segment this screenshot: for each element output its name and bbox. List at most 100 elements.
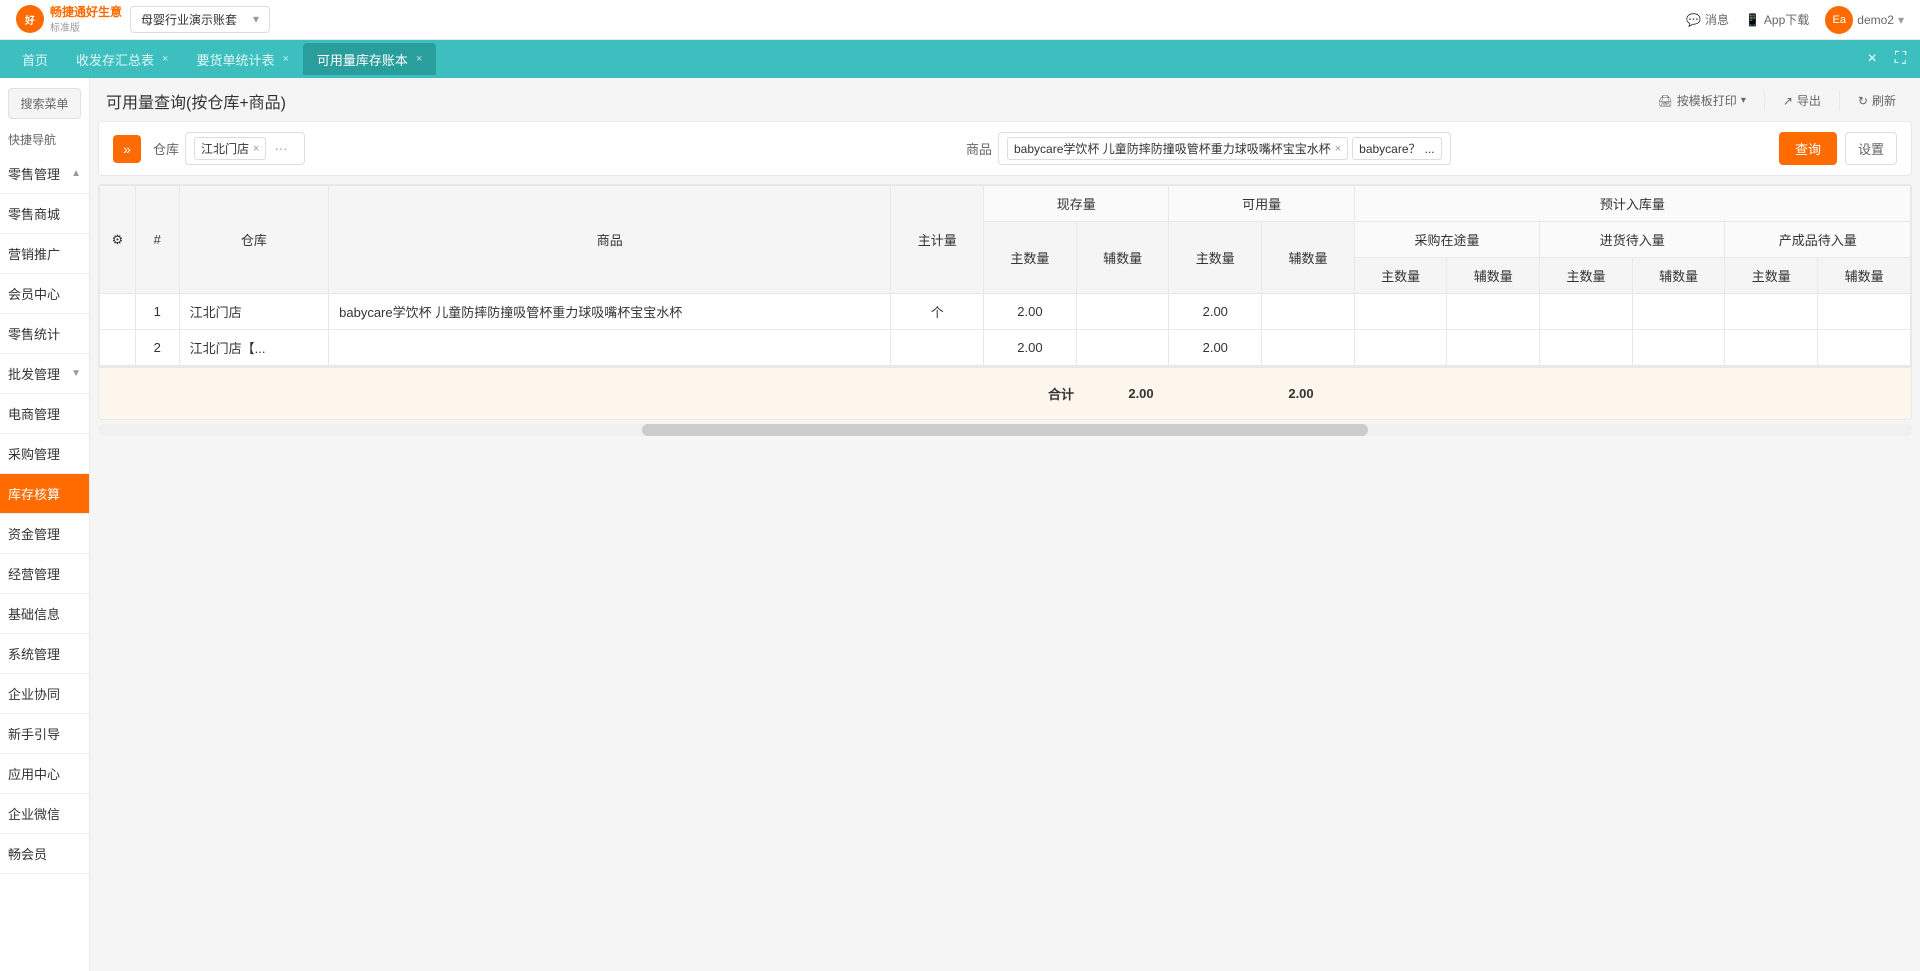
table-scrollbar[interactable] (98, 424, 1912, 436)
sidebar-item-app-center[interactable]: 应用中心 (0, 754, 89, 794)
tab-receivable[interactable]: 收发存汇总表 × (62, 43, 182, 75)
cell-available-main-qty: 2.00 (1169, 294, 1262, 330)
username: demo2 (1857, 13, 1894, 27)
sidebar-item-vip-member[interactable]: 畅会员 (0, 834, 89, 874)
th-current-stock-group: 现存量 (984, 186, 1169, 222)
tab-home[interactable]: 首页 (8, 43, 62, 75)
cell-warehouse: 江北门店【... (179, 330, 329, 366)
sidebar-item-new-guide[interactable]: 新手引导 (0, 714, 89, 754)
logo-text-group: 畅捷通好生意 标准版 (50, 5, 122, 34)
arrow-icon-wholesale: ▼ (71, 368, 81, 379)
cell-purchase-transit-main (1354, 294, 1447, 330)
sidebar-item-basic-info[interactable]: 基础信息 (0, 594, 89, 634)
sidebar-quick-nav[interactable]: 快捷导航 (0, 125, 89, 154)
logo-text: 畅捷通好生意 (50, 5, 122, 19)
query-button[interactable]: 查询 (1779, 132, 1837, 165)
cell-current-aux-qty (1076, 294, 1169, 330)
filter-group-warehouse: 仓库 江北门店 × ··· (153, 132, 954, 165)
sidebar-item-marketing[interactable]: 营销推广 (0, 234, 89, 274)
th-goods-inbound-aux: 辅数量 (1632, 258, 1725, 294)
sidebar-item-basic-info-label: 基础信息 (8, 604, 60, 623)
filter-group-goods: 商品 babycare学饮杯 儿童防摔防撞吸管杯重力球吸嘴杯宝宝水杯 × bab… (966, 132, 1767, 165)
cell-main-unit: 个 (891, 294, 984, 330)
footer-current-main-qty: 2.00 (1101, 376, 1181, 411)
warehouse-tag-value: 江北门店 (201, 140, 249, 157)
cell-goods: babycare学饮杯 儿童防摔防撞吸管杯重力球吸嘴杯宝宝水杯 (329, 294, 891, 330)
sidebar-item-ecommerce-mgmt[interactable]: 电商管理 (0, 394, 89, 434)
sidebar-item-finance-mgmt[interactable]: 资金管理 (0, 514, 89, 554)
chevron-down-icon: ▾ (253, 12, 259, 26)
sidebar-item-system-mgmt[interactable]: 系统管理 (0, 634, 89, 674)
sidebar-item-wholesale-mgmt[interactable]: 批发管理 ▼ (0, 354, 89, 394)
cell-available-aux-qty (1262, 294, 1355, 330)
export-button[interactable]: ↗ 导出 (1775, 88, 1829, 113)
nav-window-buttons: × ⛶ (1861, 48, 1912, 70)
goods-tag-1: babycare学饮杯 儿童防摔防撞吸管杯重力球吸嘴杯宝宝水杯 × (1007, 137, 1348, 160)
tab-available-stock-close[interactable]: × (416, 53, 422, 65)
tab-goods-stats-close[interactable]: × (282, 53, 288, 65)
message-button[interactable]: 💬 消息 (1686, 11, 1729, 28)
data-table: ⚙ # 仓库 商品 主计量 现存量 可用量 预计入库量 主数量 辅数量 主数量 … (99, 185, 1911, 366)
fullscreen-button[interactable]: ⛶ (1889, 48, 1912, 70)
filter-bar: » 仓库 江北门店 × ··· 商品 babycare学饮杯 儿童防摔防撞吸管杯… (98, 121, 1912, 176)
th-purchase-transit-aux: 辅数量 (1447, 258, 1540, 294)
warehouse-filter-input[interactable]: 江北门店 × ··· (185, 132, 305, 165)
cell-available-aux-qty (1262, 330, 1355, 366)
sidebar-item-zero-sales-mall-label: 零售商城 (8, 204, 60, 223)
sidebar-item-zero-sales-mall[interactable]: 零售商城 (0, 194, 89, 234)
goods-tag-1-close[interactable]: × (1335, 143, 1341, 155)
tab-home-label: 首页 (22, 50, 48, 69)
app-download-icon: 📱 (1745, 13, 1760, 27)
sidebar-item-zero-sales-stats[interactable]: 零售统计 (0, 314, 89, 354)
sidebar-item-enterprise-collab[interactable]: 企业协同 (0, 674, 89, 714)
warehouse-tag-close[interactable]: × (253, 143, 259, 155)
th-purchase-transit-group: 采购在途量 (1354, 222, 1539, 258)
sidebar-item-member-center[interactable]: 会员中心 (0, 274, 89, 314)
settings-button[interactable]: 设置 (1845, 132, 1897, 165)
goods-filter-input[interactable]: babycare学饮杯 儿童防摔防撞吸管杯重力球吸嘴杯宝宝水杯 × babyca… (998, 132, 1451, 165)
warehouse-filter-label: 仓库 (153, 139, 179, 158)
tab-available-stock[interactable]: 可用量库存账本 × (303, 43, 436, 75)
tab-available-stock-label: 可用量库存账本 (317, 50, 408, 69)
cell-current-aux-qty (1076, 330, 1169, 366)
tab-goods-stats[interactable]: 要货单统计表 × (182, 43, 302, 75)
th-goods: 商品 (329, 186, 891, 294)
top-bar-right: 💬 消息 📱 App下载 Ea demo2 ▾ (1686, 6, 1904, 34)
logo-sub: 标准版 (50, 19, 122, 34)
sidebar-item-purchase-mgmt[interactable]: 采购管理 (0, 434, 89, 474)
sidebar-item-zero-sales-mgmt[interactable]: 零售管理 ▲ (0, 154, 89, 194)
tab-receivable-close[interactable]: × (162, 53, 168, 65)
sidebar-item-operation-mgmt[interactable]: 经营管理 (0, 554, 89, 594)
search-menu-button[interactable]: 搜索菜单 (8, 88, 81, 119)
sidebar-item-enterprise-wechat[interactable]: 企业微信 (0, 794, 89, 834)
table-row[interactable]: 1 江北门店 babycare学饮杯 儿童防摔防撞吸管杯重力球吸嘴杯宝宝水杯 个… (100, 294, 1911, 330)
table-scrollbar-thumb[interactable] (642, 424, 1368, 436)
cell-products-inbound-aux (1818, 294, 1911, 330)
refresh-button[interactable]: ↻ 刷新 (1850, 88, 1904, 113)
sidebar-item-stock-check-label: 库存核算 (8, 484, 60, 503)
sidebar-item-marketing-label: 营销推广 (8, 244, 60, 263)
cell-goods-inbound-aux (1632, 330, 1725, 366)
cell-purchase-transit-aux (1447, 330, 1540, 366)
table-row[interactable]: 2 江北门店【... 2.00 2.00 (100, 330, 1911, 366)
top-bar: 好 畅捷通好生意 标准版 母婴行业演示账套 ▾ 💬 消息 📱 App下载 Ea … (0, 0, 1920, 40)
sidebar-item-stock-check[interactable]: 库存核算 (0, 474, 89, 514)
app-download-button[interactable]: 📱 App下载 (1745, 11, 1809, 28)
cell-current-main-qty: 2.00 (984, 330, 1077, 366)
sidebar-item-wholesale-mgmt-label: 批发管理 (8, 364, 60, 383)
export-icon: ↗ (1783, 94, 1793, 108)
print-template-button[interactable]: 🖨 按模板打印 ▾ (1650, 88, 1754, 113)
th-settings[interactable]: ⚙ (100, 186, 136, 294)
tab-goods-stats-label: 要货单统计表 (196, 50, 274, 69)
filter-expand-button[interactable]: » (113, 135, 141, 163)
cell-current-main-qty: 2.00 (984, 294, 1077, 330)
app-download-label: App下载 (1764, 11, 1809, 28)
warehouse-dots[interactable]: ··· (270, 141, 291, 156)
th-products-inbound-main: 主数量 (1725, 258, 1818, 294)
close-all-tabs-button[interactable]: × (1861, 48, 1882, 70)
industry-selector[interactable]: 母婴行业演示账套 ▾ (130, 6, 270, 33)
divider (1764, 91, 1765, 111)
user-profile[interactable]: Ea demo2 ▾ (1825, 6, 1904, 34)
cell-goods-inbound-main (1540, 330, 1633, 366)
th-forecast-inbound-group: 预计入库量 (1354, 186, 1910, 222)
